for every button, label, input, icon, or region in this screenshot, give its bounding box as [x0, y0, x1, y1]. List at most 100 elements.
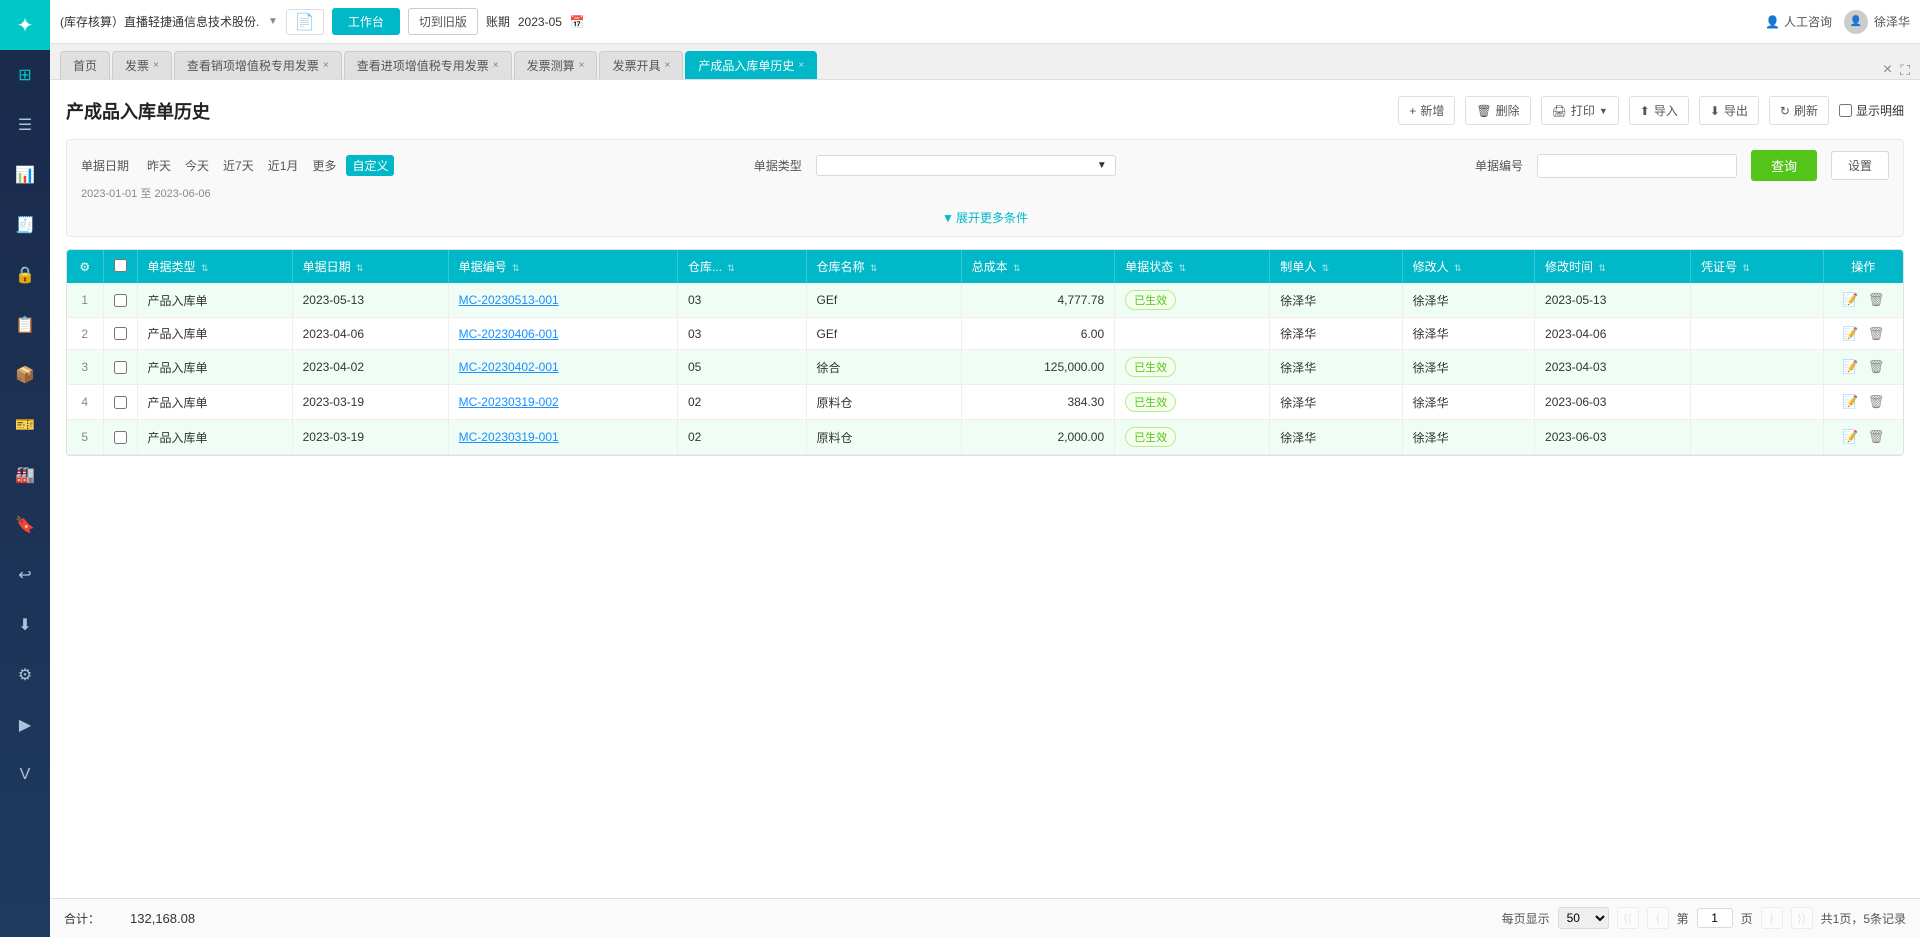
- trash-icon[interactable]: 🗑: [1868, 292, 1885, 307]
- trash-icon[interactable]: 🗑: [1868, 429, 1885, 444]
- edit-icon[interactable]: 📝: [1842, 359, 1858, 374]
- workbench-button[interactable]: 工作台: [332, 8, 400, 35]
- th-doc-no[interactable]: 单据编号 ⇅: [448, 250, 677, 283]
- date-7days[interactable]: 近7天: [219, 155, 258, 176]
- date-more[interactable]: 更多: [308, 155, 340, 176]
- sidebar-item-invoice[interactable]: 🧾: [0, 200, 50, 250]
- row-modifier: 徐泽华: [1402, 385, 1534, 420]
- refresh-icon: ↻: [1780, 104, 1790, 118]
- print-button[interactable]: 🖨 打印 ▼: [1541, 96, 1619, 125]
- row-checkbox[interactable]: [114, 361, 127, 374]
- expand-button[interactable]: ▼ 展开更多条件: [942, 209, 1028, 226]
- page-input[interactable]: [1697, 908, 1733, 928]
- sidebar-item-lock[interactable]: 🔒: [0, 250, 50, 300]
- doc-type-btn[interactable]: 📄: [286, 9, 324, 35]
- last-page-button[interactable]: ⟩⟩: [1791, 907, 1813, 929]
- th-total-cost[interactable]: 总成本 ⇅: [961, 250, 1115, 283]
- doc-no-input[interactable]: [1537, 154, 1737, 178]
- trash-icon[interactable]: 🗑: [1868, 326, 1885, 341]
- edit-icon[interactable]: 📝: [1842, 394, 1858, 409]
- tab-vat-out-close[interactable]: ×: [323, 60, 329, 71]
- tab-invoice[interactable]: 发票 ×: [112, 51, 172, 79]
- doc-no-link[interactable]: MC-20230406-001: [459, 327, 559, 341]
- th-warehouse-code[interactable]: 仓库... ⇅: [677, 250, 806, 283]
- tabbar: 首页 发票 × 查看销项增值税专用发票 × 查看进项增值税专用发票 × 发票测算…: [50, 44, 1920, 80]
- import-button[interactable]: ⬆ 导入: [1629, 96, 1689, 125]
- date-1month[interactable]: 近1月: [264, 155, 303, 176]
- sidebar-item-download[interactable]: ⬇: [0, 600, 50, 650]
- select-all-checkbox[interactable]: [114, 259, 127, 272]
- th-modify-time[interactable]: 修改时间 ⇅: [1535, 250, 1691, 283]
- th-modifier[interactable]: 修改人 ⇅: [1402, 250, 1534, 283]
- reset-button[interactable]: 设置: [1831, 151, 1889, 180]
- sidebar-item-org[interactable]: ☰: [0, 100, 50, 150]
- tab-invoice-close[interactable]: ×: [153, 60, 159, 71]
- tab-home[interactable]: 首页: [60, 51, 110, 79]
- trash-icon[interactable]: 🗑: [1868, 359, 1885, 374]
- sidebar-item-stamp[interactable]: 🔖: [0, 500, 50, 550]
- row-checkbox[interactable]: [114, 431, 127, 444]
- new-button[interactable]: + 新增: [1398, 96, 1455, 125]
- tab-vat-out[interactable]: 查看销项增值税专用发票 ×: [174, 51, 342, 79]
- tab-invoice-calc-close[interactable]: ×: [579, 60, 585, 71]
- edit-icon[interactable]: 📝: [1842, 292, 1858, 307]
- row-checkbox[interactable]: [114, 396, 127, 409]
- sidebar-item-chart[interactable]: 📊: [0, 150, 50, 200]
- tab-invoice-open[interactable]: 发票开具 ×: [599, 51, 683, 79]
- th-checkbox[interactable]: [103, 250, 137, 283]
- date-custom[interactable]: 自定义: [346, 155, 394, 176]
- tab-invoice-open-close[interactable]: ×: [664, 60, 670, 71]
- tab-vat-in[interactable]: 查看进项增值税专用发票 ×: [344, 51, 512, 79]
- export-button[interactable]: ⬇ 导出: [1699, 96, 1759, 125]
- sidebar-item-v[interactable]: V: [0, 750, 50, 800]
- row-checkbox[interactable]: [114, 294, 127, 307]
- row-checkbox[interactable]: [114, 327, 127, 340]
- dropdown-icon[interactable]: ▼: [268, 16, 278, 27]
- tab-product-history[interactable]: 产成品入库单历史 ×: [685, 51, 817, 79]
- service-link[interactable]: 👤 人工咨询: [1765, 13, 1832, 30]
- th-warehouse-name[interactable]: 仓库名称 ⇅: [806, 250, 961, 283]
- logo[interactable]: ✦: [0, 0, 50, 50]
- tab-close-all[interactable]: ×: [1883, 61, 1892, 79]
- calendar-icon[interactable]: 📅: [570, 15, 585, 29]
- date-yesterday[interactable]: 昨天: [143, 155, 175, 176]
- next-page-button[interactable]: ⟩: [1761, 907, 1783, 929]
- sidebar-item-warehouse[interactable]: 🏭: [0, 450, 50, 500]
- refresh-button[interactable]: ↻ 刷新: [1769, 96, 1829, 125]
- th-creator[interactable]: 制单人 ⇅: [1270, 250, 1402, 283]
- query-button[interactable]: 查询: [1751, 150, 1817, 181]
- sidebar-item-ticket[interactable]: 🎫: [0, 400, 50, 450]
- doc-no-link[interactable]: MC-20230513-001: [459, 293, 559, 307]
- page-size-select[interactable]: 10 20 50 100: [1558, 907, 1609, 929]
- delete-button[interactable]: 🗑 删除: [1465, 96, 1530, 125]
- th-doc-date[interactable]: 单据日期 ⇅: [292, 250, 448, 283]
- user-info[interactable]: 👤 徐泽华: [1844, 10, 1910, 34]
- sidebar-item-home[interactable]: ⊞: [0, 50, 50, 100]
- sidebar-item-list[interactable]: 📋: [0, 300, 50, 350]
- th-doc-status[interactable]: 单据状态 ⇅: [1115, 250, 1270, 283]
- doc-type-select[interactable]: ▼: [816, 155, 1116, 176]
- edit-icon[interactable]: 📝: [1842, 429, 1858, 444]
- sidebar-item-box[interactable]: 📦: [0, 350, 50, 400]
- show-detail-checkbox-wrap[interactable]: 显示明细: [1839, 102, 1904, 119]
- th-settings[interactable]: ⚙: [67, 250, 103, 283]
- show-detail-checkbox[interactable]: [1839, 104, 1852, 117]
- tab-vat-in-close[interactable]: ×: [493, 60, 499, 71]
- trash-icon[interactable]: 🗑: [1868, 394, 1885, 409]
- th-doc-type[interactable]: 单据类型 ⇅: [137, 250, 292, 283]
- date-today[interactable]: 今天: [181, 155, 213, 176]
- tab-product-history-close[interactable]: ×: [798, 60, 804, 71]
- doc-no-link[interactable]: MC-20230402-001: [459, 360, 559, 374]
- doc-no-link[interactable]: MC-20230319-001: [459, 430, 559, 444]
- sidebar-item-settings[interactable]: ⚙: [0, 650, 50, 700]
- doc-no-link[interactable]: MC-20230319-002: [459, 395, 559, 409]
- switch-version-button[interactable]: 切到旧版: [408, 8, 478, 35]
- sidebar-item-play[interactable]: ▶: [0, 700, 50, 750]
- edit-icon[interactable]: 📝: [1842, 326, 1858, 341]
- tab-invoice-calc[interactable]: 发票测算 ×: [514, 51, 598, 79]
- sidebar-item-return[interactable]: ↩: [0, 550, 50, 600]
- first-page-button[interactable]: ⟨⟨: [1617, 907, 1639, 929]
- th-voucher-no[interactable]: 凭证号 ⇅: [1691, 250, 1823, 283]
- tab-maximize[interactable]: ⛶: [1900, 62, 1910, 79]
- prev-page-button[interactable]: ⟨: [1647, 907, 1669, 929]
